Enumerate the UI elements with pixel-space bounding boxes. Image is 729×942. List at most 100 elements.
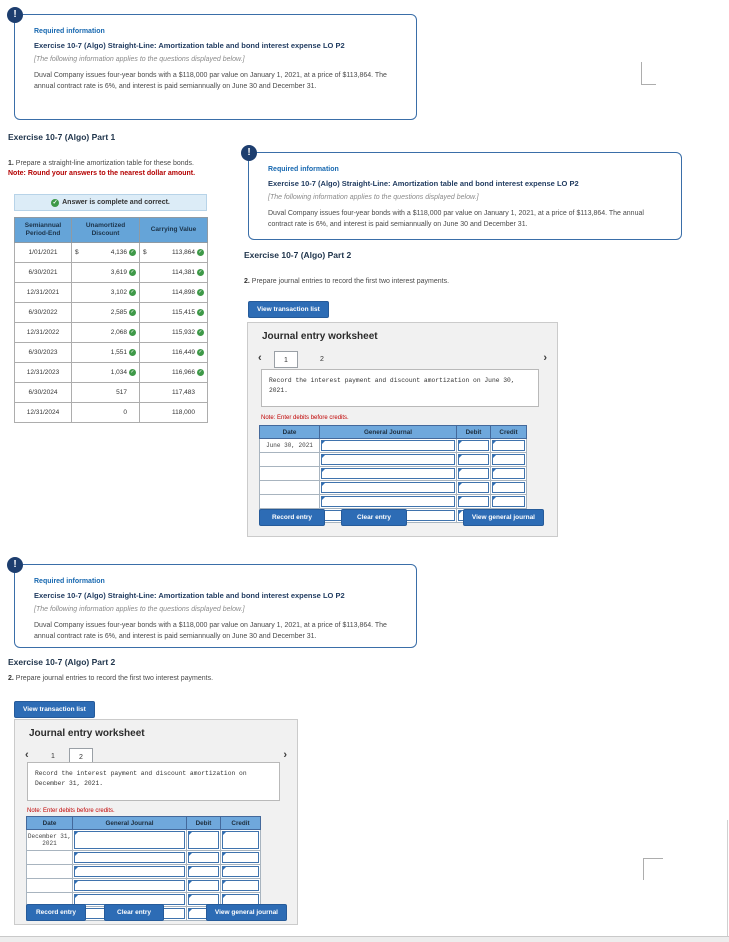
journal-journal-input[interactable] <box>74 866 185 877</box>
view-transaction-list-button[interactable]: View transaction list <box>248 301 329 318</box>
record-entry-button[interactable]: Record entry <box>26 904 86 921</box>
journal-journal-input[interactable] <box>74 831 185 849</box>
period-cell: 6/30/2023 <box>14 342 72 363</box>
exercise-title: Exercise 10-7 (Algo) Straight-Line: Amor… <box>34 591 345 600</box>
check-icon: ✓ <box>197 249 204 256</box>
journal-cell <box>72 878 187 893</box>
next-tab-icon[interactable]: › <box>283 749 287 761</box>
discount-cell: 517✓ <box>71 382 140 403</box>
applies-note: [The following information applies to th… <box>34 56 245 63</box>
part2-heading: Exercise 10-7 (Algo) Part 2 <box>8 657 116 667</box>
check-icon: ✓ <box>129 249 136 256</box>
journal-journal-input[interactable] <box>74 852 185 863</box>
journal-debit-input[interactable] <box>188 852 219 863</box>
required-info-label: Required information <box>34 578 105 585</box>
journal-journal-input[interactable] <box>321 496 455 507</box>
instruction-text: Prepare a straight-line amortization tab… <box>15 160 195 167</box>
check-icon: ✓ <box>197 309 204 316</box>
alert-icon: ! <box>7 557 23 573</box>
journal-header-cell: Credit <box>220 816 261 830</box>
check-icon: ✓ <box>197 289 204 296</box>
journal-debit-input[interactable] <box>188 880 219 891</box>
clear-entry-button[interactable]: Clear entry <box>104 904 164 921</box>
prev-tab-icon[interactable]: ‹ <box>25 749 29 761</box>
journal-debit-input[interactable] <box>188 831 219 849</box>
part2-instruction: 2. Prepare journal entries to record the… <box>244 278 449 285</box>
journal-debit-input[interactable] <box>458 496 489 507</box>
journal-credit-input[interactable] <box>492 482 525 493</box>
table-row: 6/30/2023 1,551 ✓ 116,449 ✓ <box>14 342 208 363</box>
check-icon: ✓ <box>197 329 204 336</box>
journal-journal-input[interactable] <box>74 880 185 891</box>
required-info-card: ! Required information Exercise 10-7 (Al… <box>241 145 682 240</box>
journal-debit-input[interactable] <box>458 468 489 479</box>
period-cell: 12/31/2022 <box>14 322 72 343</box>
view-general-journal-button[interactable]: View general journal <box>205 904 287 921</box>
journal-credit-input[interactable] <box>492 496 525 507</box>
journal-credit-input[interactable] <box>492 454 525 465</box>
journal-date-cell <box>259 452 320 467</box>
record-entry-button[interactable]: Record entry <box>259 509 325 526</box>
required-info-card: ! Required information Exercise 10-7 (Al… <box>7 7 417 120</box>
instruction-number: 2. <box>8 675 14 682</box>
journal-credit-input[interactable] <box>222 852 259 863</box>
journal-debit-input[interactable] <box>458 482 489 493</box>
part2-heading: Exercise 10-7 (Algo) Part 2 <box>244 250 352 260</box>
carrying-cell: 115,415 ✓ <box>139 302 208 323</box>
period-cell: 12/31/2023 <box>14 362 72 383</box>
check-icon: ✓ <box>51 198 60 207</box>
transaction-description: Record the interest payment and discount… <box>27 762 280 801</box>
journal-entry-worksheet: Journal entry worksheet ‹ 1 2 › Record t… <box>14 719 298 925</box>
journal-cell <box>220 829 261 851</box>
transaction-description: Record the interest payment and discount… <box>261 369 539 407</box>
journal-cell <box>72 850 187 865</box>
check-icon: ✓ <box>129 329 136 336</box>
check-icon: ✓ <box>129 349 136 356</box>
journal-header-cell: Date <box>26 816 73 830</box>
journal-cell <box>490 466 527 481</box>
journal-debit-input[interactable] <box>458 454 489 465</box>
journal-journal-input[interactable] <box>321 440 455 451</box>
journal-date-cell: June 30, 2021 <box>259 438 320 453</box>
journal-cell <box>186 864 221 879</box>
journal-row <box>259 466 527 481</box>
journal-cell <box>319 480 457 495</box>
journal-date-cell <box>259 480 320 495</box>
journal-cell <box>490 480 527 495</box>
answer-banner: ✓ Answer is complete and correct. <box>14 194 207 211</box>
view-transaction-list-button[interactable]: View transaction list <box>14 701 95 718</box>
view-general-journal-button[interactable]: View general journal <box>462 509 544 526</box>
journal-journal-input[interactable] <box>321 482 455 493</box>
journal-row <box>259 480 527 495</box>
journal-cell <box>220 864 261 879</box>
tab-1[interactable]: 1 <box>274 351 298 368</box>
crop-mark <box>641 84 656 85</box>
next-tab-icon[interactable]: › <box>543 352 547 364</box>
journal-cell <box>456 494 491 509</box>
check-icon: ✓ <box>197 369 204 376</box>
journal-credit-input[interactable] <box>222 880 259 891</box>
journal-journal-input[interactable] <box>321 468 455 479</box>
table-header-cell: Unamortized Discount <box>71 217 140 243</box>
period-cell: 1/01/2021 <box>14 242 72 263</box>
part1-heading: Exercise 10-7 (Algo) Part 1 <box>8 132 116 142</box>
journal-credit-input[interactable] <box>492 468 525 479</box>
period-cell: 6/30/2022 <box>14 302 72 323</box>
carrying-cell: 118,000✓ <box>139 402 208 423</box>
clear-entry-button[interactable]: Clear entry <box>341 509 407 526</box>
tab-2[interactable]: 2 <box>310 351 334 368</box>
carrying-cell: 116,449 ✓ <box>139 342 208 363</box>
prev-tab-icon[interactable]: ‹ <box>258 352 262 364</box>
discount-cell: 3,102 ✓ <box>71 282 140 303</box>
journal-credit-input[interactable] <box>492 440 525 451</box>
discount-cell: $4,136 ✓ <box>71 242 140 263</box>
journal-cell <box>490 452 527 467</box>
instruction-number: 2. <box>244 278 250 285</box>
crop-mark <box>643 858 644 880</box>
journal-journal-input[interactable] <box>321 454 455 465</box>
journal-credit-input[interactable] <box>222 831 259 849</box>
journal-debit-input[interactable] <box>188 866 219 877</box>
journal-debit-input[interactable] <box>458 440 489 451</box>
carrying-cell: 114,898 ✓ <box>139 282 208 303</box>
journal-credit-input[interactable] <box>222 866 259 877</box>
